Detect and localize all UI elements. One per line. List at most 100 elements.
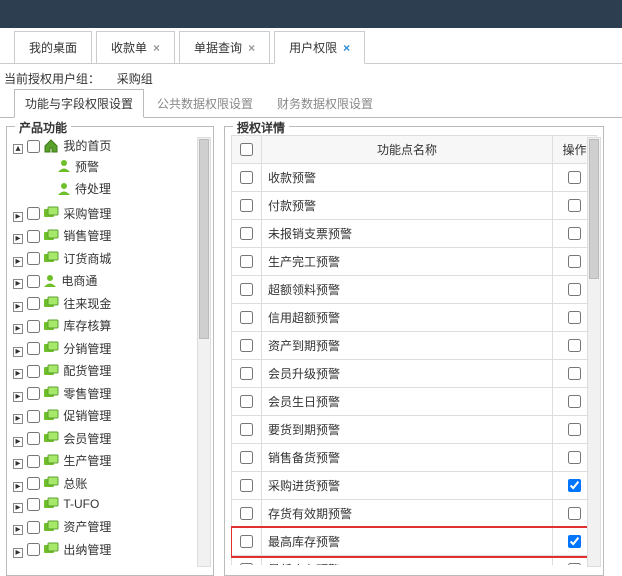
table-row[interactable]: 信用超额预警 — [232, 304, 597, 332]
table-row[interactable]: 采购进货预警 — [232, 472, 597, 500]
row-op-checkbox[interactable] — [568, 507, 581, 520]
row-select-checkbox[interactable] — [240, 423, 253, 436]
row-select-checkbox[interactable] — [240, 283, 253, 296]
tree-checkbox[interactable] — [27, 477, 40, 490]
row-select-checkbox[interactable] — [240, 535, 253, 548]
subtab-1[interactable]: 公共数据权限设置 — [146, 89, 264, 117]
subtab-2[interactable]: 财务数据权限设置 — [266, 89, 384, 117]
tree-checkbox[interactable] — [27, 543, 40, 556]
close-icon[interactable]: × — [153, 41, 160, 55]
tree-node[interactable]: 预警 — [57, 158, 99, 175]
tree-toggle[interactable]: ▸ — [13, 503, 23, 513]
tree-node[interactable]: 往来现金 — [43, 295, 111, 312]
tab-3[interactable]: 用户权限× — [274, 31, 365, 64]
tree-node[interactable]: 生产管理 — [43, 452, 111, 469]
tree-toggle[interactable]: ▸ — [13, 302, 23, 312]
table-row[interactable]: 资产到期预警 — [232, 332, 597, 360]
tree-checkbox[interactable] — [27, 275, 40, 288]
tree-checkbox[interactable] — [27, 455, 40, 468]
tree-checkbox[interactable] — [27, 521, 40, 534]
tree-node[interactable]: 促销管理 — [43, 407, 111, 424]
tree-node[interactable]: 分销管理 — [43, 340, 111, 357]
row-select-checkbox[interactable] — [240, 395, 253, 408]
tree-checkbox[interactable] — [27, 432, 40, 445]
tree-checkbox[interactable] — [27, 410, 40, 423]
tree-checkbox[interactable] — [27, 365, 40, 378]
tree-node[interactable]: 销售管理 — [43, 227, 111, 244]
tree-toggle[interactable]: ▸ — [13, 369, 23, 379]
tree-checkbox[interactable] — [27, 252, 40, 265]
table-row[interactable]: 未报销支票预警 — [232, 220, 597, 248]
table-row[interactable]: 收款预警 — [232, 164, 597, 192]
tree-toggle[interactable]: ▸ — [13, 257, 23, 267]
row-op-checkbox[interactable] — [568, 227, 581, 240]
row-op-checkbox[interactable] — [568, 395, 581, 408]
row-op-checkbox[interactable] — [568, 339, 581, 352]
grid-scrollbar[interactable] — [587, 137, 601, 567]
row-select-checkbox[interactable] — [240, 311, 253, 324]
tab-2[interactable]: 单据查询× — [179, 31, 270, 63]
scrollbar-thumb[interactable] — [199, 139, 209, 339]
tab-1[interactable]: 收款单× — [96, 31, 175, 63]
tree-node[interactable]: 电商通 — [43, 272, 97, 289]
row-select-checkbox[interactable] — [240, 255, 253, 268]
row-select-checkbox[interactable] — [240, 171, 253, 184]
row-select-checkbox[interactable] — [240, 367, 253, 380]
tree-toggle[interactable]: ▸ — [13, 212, 23, 222]
tree-checkbox[interactable] — [27, 207, 40, 220]
close-icon[interactable]: × — [248, 41, 255, 55]
tree-toggle[interactable]: ▸ — [13, 347, 23, 357]
row-op-checkbox[interactable] — [568, 479, 581, 492]
tree-scrollbar[interactable] — [197, 137, 211, 567]
tree-toggle[interactable]: ▴ — [13, 144, 23, 154]
table-row[interactable]: 会员生日预警 — [232, 388, 597, 416]
tree-checkbox[interactable] — [27, 342, 40, 355]
table-row[interactable]: 最低库存预警 — [232, 556, 597, 566]
tree-node[interactable]: 会员管理 — [43, 430, 111, 447]
tree-toggle[interactable]: ▸ — [13, 482, 23, 492]
tree-checkbox[interactable] — [27, 230, 40, 243]
tree-node[interactable]: 零售管理 — [43, 385, 111, 402]
subtab-0[interactable]: 功能与字段权限设置 — [14, 89, 144, 118]
tree-toggle[interactable]: ▸ — [13, 437, 23, 447]
tree-checkbox[interactable] — [27, 140, 40, 153]
table-row[interactable]: 付款预警 — [232, 192, 597, 220]
table-row[interactable]: 存货有效期预警 — [232, 500, 597, 528]
row-op-checkbox[interactable] — [568, 199, 581, 212]
tree-node[interactable]: 资产管理 — [43, 518, 111, 535]
tree-node[interactable]: 采购管理 — [43, 205, 111, 222]
tree-checkbox[interactable] — [27, 320, 40, 333]
row-select-checkbox[interactable] — [240, 479, 253, 492]
row-select-checkbox[interactable] — [240, 451, 253, 464]
row-op-checkbox[interactable] — [568, 451, 581, 464]
tree-node[interactable]: T-UFO — [43, 497, 99, 511]
scrollbar-thumb[interactable] — [589, 139, 599, 279]
tree-toggle[interactable]: ▸ — [13, 459, 23, 469]
tree-toggle[interactable]: ▸ — [13, 279, 23, 289]
row-op-checkbox[interactable] — [568, 563, 581, 565]
table-row[interactable]: 要货到期预警 — [232, 416, 597, 444]
tree-node[interactable]: 订货商城 — [43, 250, 111, 267]
table-row[interactable]: 销售备货预警 — [232, 444, 597, 472]
row-select-checkbox[interactable] — [240, 199, 253, 212]
row-op-checkbox[interactable] — [568, 535, 581, 548]
tree-node[interactable]: 配货管理 — [43, 362, 111, 379]
tree-toggle[interactable]: ▸ — [13, 234, 23, 244]
tree-toggle[interactable]: ▸ — [13, 324, 23, 334]
col-select-all[interactable] — [232, 136, 262, 164]
tree-node[interactable]: 总账 — [43, 475, 87, 492]
tree-node[interactable]: 库存核算 — [43, 317, 111, 334]
tree-toggle[interactable]: ▸ — [13, 548, 23, 558]
tree-node[interactable]: 待处理 — [57, 180, 111, 197]
table-row[interactable]: 会员升级预警 — [232, 360, 597, 388]
tree-checkbox[interactable] — [27, 297, 40, 310]
row-select-checkbox[interactable] — [240, 507, 253, 520]
tab-0[interactable]: 我的桌面 — [14, 31, 92, 63]
tree-node-root[interactable]: 我的首页 — [43, 137, 111, 154]
tree-toggle[interactable]: ▸ — [13, 525, 23, 535]
row-select-checkbox[interactable] — [240, 227, 253, 240]
row-op-checkbox[interactable] — [568, 367, 581, 380]
row-op-checkbox[interactable] — [568, 171, 581, 184]
table-row[interactable]: 超额领料预警 — [232, 276, 597, 304]
row-select-checkbox[interactable] — [240, 339, 253, 352]
